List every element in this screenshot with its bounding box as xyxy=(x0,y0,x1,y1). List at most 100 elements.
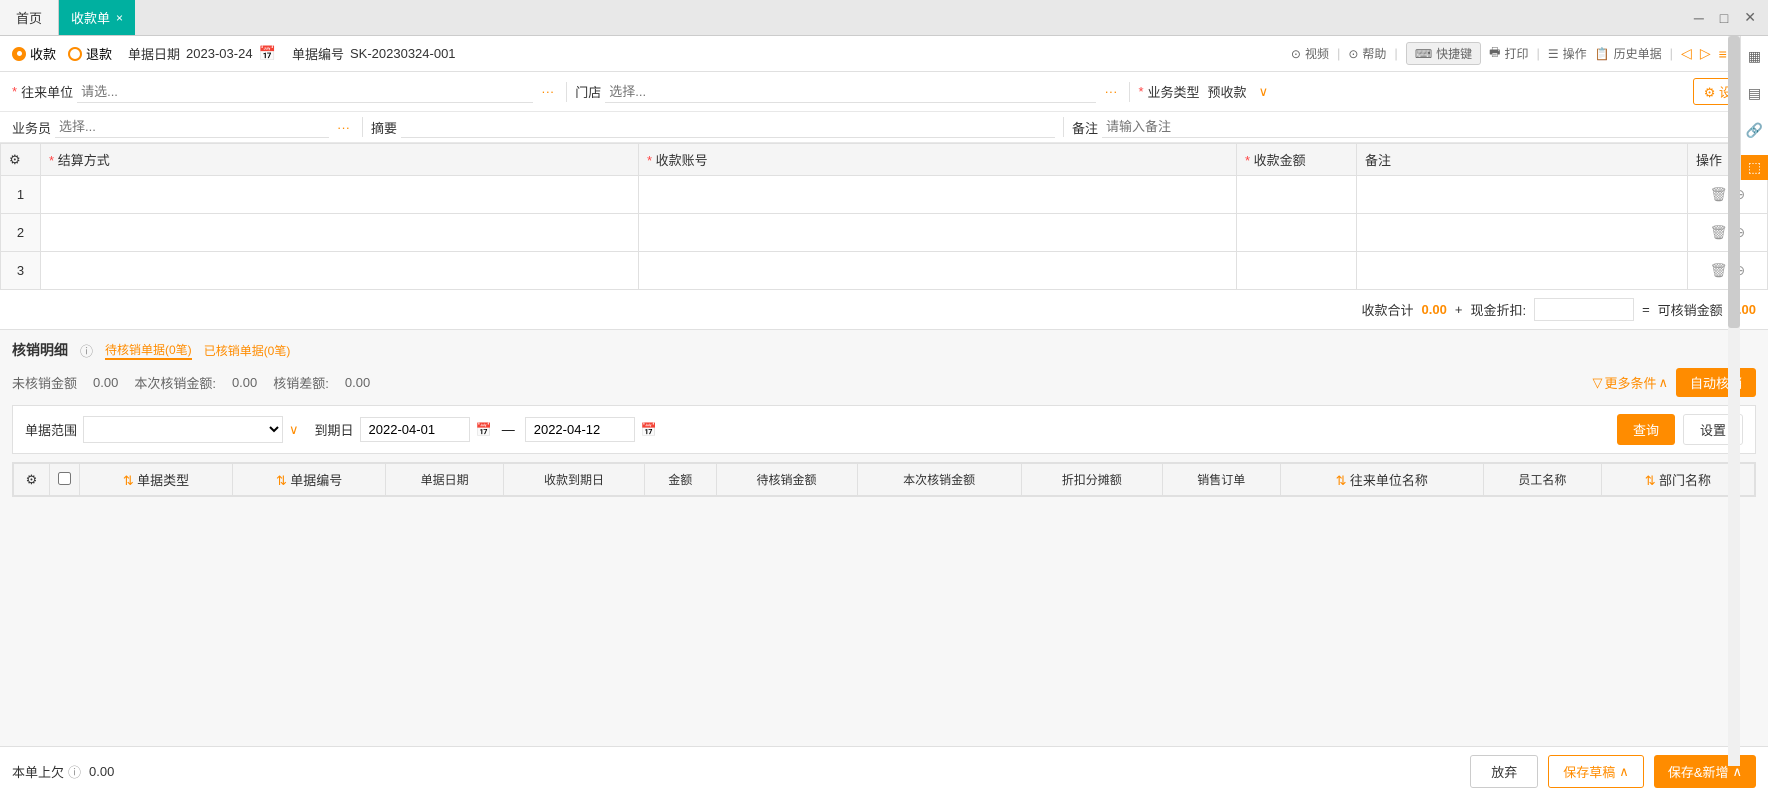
btcol-type: ⇅ 单据类型 xyxy=(80,464,233,496)
help-action[interactable]: ⊙ 帮助 xyxy=(1348,45,1386,62)
sidebar-grid-icon[interactable]: ▦ xyxy=(1744,44,1765,69)
discount-input[interactable] xyxy=(1534,298,1634,321)
operation-action[interactable]: ☰ 操作 xyxy=(1548,45,1587,62)
save-draft-button[interactable]: 保存草稿 ∧ xyxy=(1548,755,1644,788)
sidebar-link-icon[interactable]: 🔗 xyxy=(1742,118,1767,143)
auto-verify-button[interactable]: 自动核销 xyxy=(1676,368,1756,397)
refund-radio[interactable]: 退款 xyxy=(68,44,112,63)
refund-radio-label: 退款 xyxy=(86,44,112,63)
date-from-input[interactable] xyxy=(360,417,470,442)
verify-info-icon[interactable]: ⓘ xyxy=(80,341,93,360)
tab-receipt[interactable]: 收款单 × xyxy=(59,0,135,35)
video-action[interactable]: ⊙ 视频 xyxy=(1291,45,1329,62)
tab-close-icon[interactable]: × xyxy=(116,11,123,25)
date-label: 单据日期 xyxy=(128,44,180,63)
maximize-button[interactable]: □ xyxy=(1716,6,1732,30)
row-3-amount[interactable] xyxy=(1236,252,1356,290)
draft-arrow-icon[interactable]: ∧ xyxy=(1619,764,1629,780)
number-field: 单据编号 SK-20230324-001 xyxy=(292,44,456,63)
tab-receipt-label: 收款单 xyxy=(71,8,110,27)
row-3-remark[interactable] xyxy=(1356,252,1687,290)
receipt-table: ⚙ * 结算方式 * 收款账号 * 收款金额 备注 操作 xyxy=(0,143,1768,290)
btcol-checkbox[interactable] xyxy=(50,464,80,496)
row-2-remark[interactable] xyxy=(1356,214,1687,252)
row-3-account[interactable] xyxy=(638,252,1236,290)
scroll-thumb[interactable] xyxy=(1728,36,1740,328)
salesperson-input[interactable] xyxy=(55,116,329,138)
range-select-arrow[interactable]: ∨ xyxy=(289,422,299,438)
slip-label: 本单上欠 xyxy=(12,762,64,781)
summary-label: 摘要 xyxy=(371,118,397,137)
refund-radio-circle xyxy=(68,47,82,61)
biz-type-required: * xyxy=(1138,84,1143,99)
shortcut-action[interactable]: ⌨ 快捷键 xyxy=(1406,42,1481,65)
receipt-radio[interactable]: 收款 xyxy=(12,44,56,63)
list-view-icon[interactable]: ≡ xyxy=(1719,46,1727,62)
print-label: 打印 xyxy=(1504,45,1528,62)
tab-home[interactable]: 首页 xyxy=(0,0,59,35)
scrollbar[interactable] xyxy=(1728,36,1740,766)
row-1-settlement[interactable] xyxy=(41,176,639,214)
row-1-remark[interactable] xyxy=(1356,176,1687,214)
minimize-button[interactable]: ─ xyxy=(1690,6,1708,30)
number-label: 单据编号 xyxy=(292,44,344,63)
divider-1 xyxy=(566,82,567,102)
unchecked-label: 未核销金额 xyxy=(12,373,77,392)
salesperson-more-icon[interactable]: ··· xyxy=(333,120,354,135)
discard-button[interactable]: 放弃 xyxy=(1470,755,1538,788)
history-action[interactable]: 📋 历史单据 xyxy=(1595,45,1662,62)
row-1-account[interactable] xyxy=(638,176,1236,214)
select-all-checkbox[interactable] xyxy=(58,472,71,485)
range-select[interactable] xyxy=(83,416,283,443)
search-buttons: 查询 设置 xyxy=(1617,414,1743,445)
sidebar-list-icon[interactable]: ▤ xyxy=(1744,81,1765,106)
bt-settings-icon[interactable]: ⚙ xyxy=(26,472,38,487)
footer-info: 本单上欠 ⓘ 0.00 xyxy=(12,762,114,781)
btcol-settings[interactable]: ⚙ xyxy=(14,464,50,496)
row-2-delete-icon[interactable]: 🗑 xyxy=(1710,224,1728,241)
counterparty-field: * 往来单位 ··· xyxy=(12,81,558,103)
verify-tab-done[interactable]: 已核销单据(0笔) xyxy=(204,342,291,359)
verify-tab-pending[interactable]: 待核销单据(0笔) xyxy=(105,341,192,360)
print-action[interactable]: 🖶 打印 xyxy=(1489,43,1528,64)
save-new-button[interactable]: 保存&新增 ∧ xyxy=(1654,755,1756,788)
calendar-icon[interactable]: 📅 xyxy=(259,45,276,62)
counterparty-input[interactable] xyxy=(77,81,533,103)
query-button[interactable]: 查询 xyxy=(1617,414,1675,445)
row-1-amount[interactable] xyxy=(1236,176,1356,214)
col-settings-header[interactable]: ⚙ xyxy=(1,144,41,176)
counterparty-more-icon[interactable]: ··· xyxy=(537,84,558,99)
col-amount-header: * 收款金额 xyxy=(1236,144,1356,176)
sidebar-active-icon[interactable]: ⬚ xyxy=(1741,155,1768,180)
row-3-delete-icon[interactable]: 🗑 xyxy=(1710,262,1728,279)
counterparty-label: 往来单位 xyxy=(21,82,73,101)
salesperson-label: 业务员 xyxy=(12,118,51,137)
date-value: 2023-03-24 xyxy=(186,46,253,61)
tab-home-label: 首页 xyxy=(16,8,42,27)
row-2-account[interactable] xyxy=(638,214,1236,252)
close-button[interactable]: ✕ xyxy=(1740,5,1760,30)
date-to-icon[interactable]: 📅 xyxy=(641,422,657,438)
biz-type-dropdown-icon[interactable]: ∨ xyxy=(1259,84,1269,100)
verify-section: 核销明细 ⓘ 待核销单据(0笔) 已核销单据(0笔) 未核销金额 0.00 本次… xyxy=(0,330,1768,746)
operation-icon: ☰ xyxy=(1548,47,1559,61)
date-range-field: 到期日 📅 — 📅 xyxy=(315,417,657,442)
date-to-input[interactable] xyxy=(525,417,635,442)
store-more-icon[interactable]: ··· xyxy=(1100,84,1121,99)
row-3-settlement[interactable] xyxy=(41,252,639,290)
footer-info-icon[interactable]: ⓘ xyxy=(68,762,81,781)
store-input[interactable] xyxy=(605,81,1096,103)
biz-type-label: 业务类型 xyxy=(1148,82,1200,101)
row-2-settlement[interactable] xyxy=(41,214,639,252)
summary-input[interactable] xyxy=(401,116,1055,138)
row-2-amount[interactable] xyxy=(1236,214,1356,252)
remark-input[interactable] xyxy=(1102,116,1756,138)
summary-field: 摘要 xyxy=(371,116,1055,138)
table-settings-icon[interactable]: ⚙ xyxy=(9,152,21,167)
date-from-icon[interactable]: 📅 xyxy=(476,422,492,438)
footer-value: 0.00 xyxy=(89,764,114,779)
row-1-delete-icon[interactable]: 🗑 xyxy=(1710,186,1728,203)
nav-prev-icon[interactable]: ◁ xyxy=(1681,45,1692,62)
more-conditions-link[interactable]: ▽ 更多条件 ∧ xyxy=(1592,373,1668,392)
nav-next-icon[interactable]: ▷ xyxy=(1700,45,1711,62)
